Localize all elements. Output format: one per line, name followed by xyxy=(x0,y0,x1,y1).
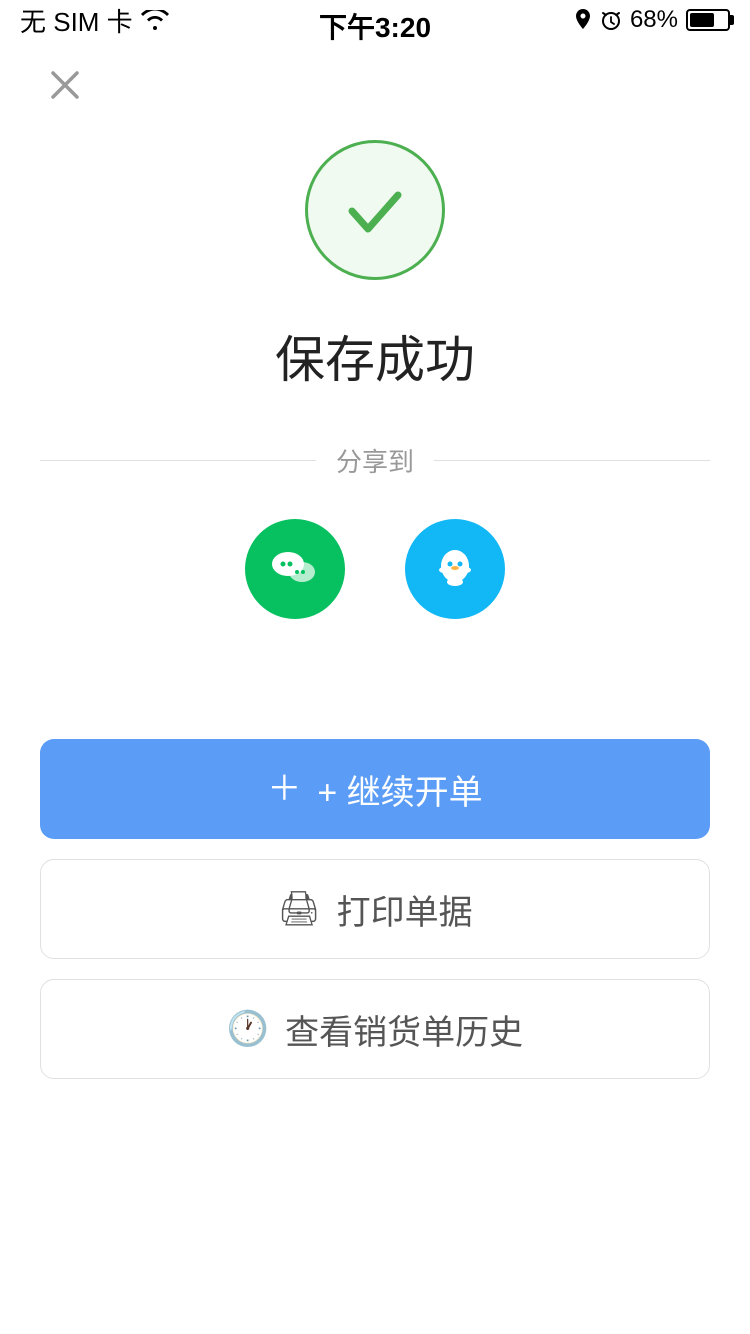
share-icons xyxy=(245,519,505,619)
share-label: 分享到 xyxy=(336,442,414,479)
qq-icon xyxy=(426,540,484,598)
status-left: 无 SIM 卡 xyxy=(20,2,169,39)
history-label: 查看销货单历史 xyxy=(285,1005,523,1054)
main-content: 保存成功 分享到 xyxy=(0,40,750,1334)
battery-fill xyxy=(690,13,714,27)
print-button[interactable]: 🖨 打印单据 xyxy=(40,859,710,959)
close-icon xyxy=(49,69,81,101)
alarm-icon xyxy=(600,9,622,31)
wechat-icon xyxy=(266,540,324,598)
battery-icon xyxy=(686,9,730,31)
success-section: 保存成功 分享到 xyxy=(40,40,710,739)
print-label: 打印单据 xyxy=(337,885,473,934)
continue-button[interactable]: ＋ + 继续开单 xyxy=(40,739,710,839)
close-button[interactable] xyxy=(40,60,90,110)
qq-share-button[interactable] xyxy=(405,519,505,619)
location-icon xyxy=(574,9,592,31)
history-icon: 🕐 xyxy=(227,1012,269,1046)
check-icon xyxy=(340,175,410,245)
history-button[interactable]: 🕐 查看销货单历史 xyxy=(40,979,710,1079)
divider-line-right xyxy=(434,460,710,461)
status-bar: 无 SIM 卡 下午3:20 68% xyxy=(0,0,750,40)
no-sim-text: 无 SIM 卡 xyxy=(20,2,133,39)
share-divider: 分享到 xyxy=(40,442,710,479)
continue-label: + 继续开单 xyxy=(317,765,482,814)
divider-line-left xyxy=(40,460,316,461)
plus-icon: ＋ xyxy=(267,772,301,806)
status-right: 68% xyxy=(574,6,730,34)
wechat-share-button[interactable] xyxy=(245,519,345,619)
battery-percentage: 68% xyxy=(630,6,678,34)
success-title: 保存成功 xyxy=(275,320,475,392)
check-circle xyxy=(305,140,445,280)
print-icon: 🖨 xyxy=(277,892,320,926)
action-buttons: ＋ + 继续开单 🖨 打印单据 🕐 查看销货单历史 xyxy=(40,739,710,1079)
wifi-icon xyxy=(141,10,169,30)
